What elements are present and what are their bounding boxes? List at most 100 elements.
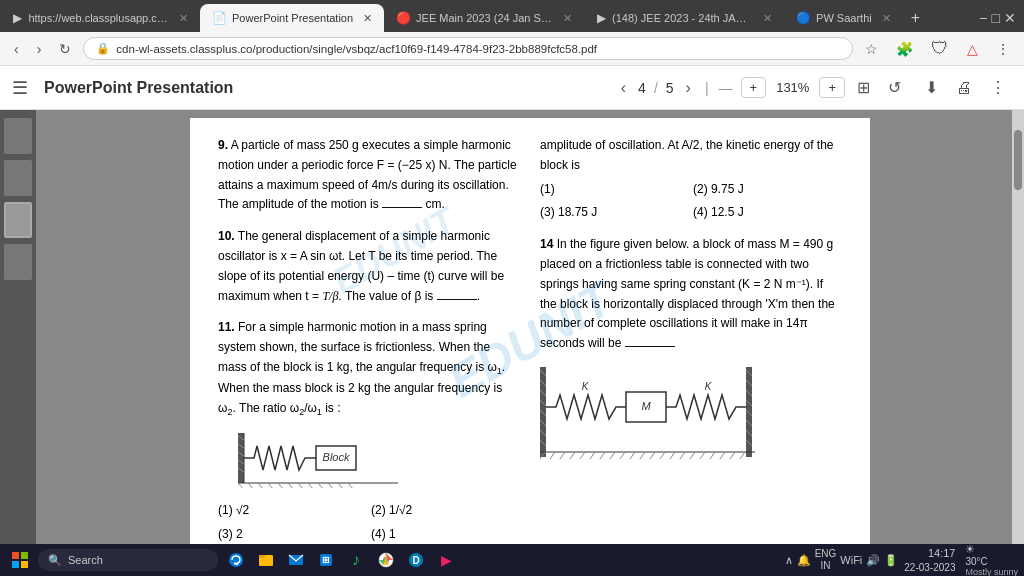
tab-icon-saarthi: 🔵 xyxy=(796,11,810,25)
svg-line-60 xyxy=(690,452,695,459)
scrollbar-track[interactable] xyxy=(1012,110,1024,544)
new-tab-button[interactable]: + xyxy=(903,4,928,32)
profile-button[interactable]: 🛡 xyxy=(925,34,955,63)
taskbar-spotify-icon[interactable]: ♪ xyxy=(342,546,370,574)
close-button[interactable]: ✕ xyxy=(1004,10,1016,26)
zoom-out-button[interactable]: + xyxy=(741,77,767,98)
pdf-page: EDUNIT EDUNIT 9. A particle of mass 250 … xyxy=(190,118,870,544)
svg-line-48 xyxy=(570,452,575,459)
tray-battery-icon[interactable]: 🔋 xyxy=(884,554,898,567)
spring-block-svg: Block xyxy=(238,428,398,488)
q10-formula: T/β xyxy=(322,289,338,303)
maximize-button[interactable]: □ xyxy=(992,10,1000,26)
tab-video[interactable]: ▶ (148) JEE 2023 - 24th JAN Shift 1 Spe.… xyxy=(584,4,784,32)
svg-line-61 xyxy=(700,452,705,459)
taskbar-dell-icon[interactable]: D xyxy=(402,546,430,574)
back-button[interactable]: ‹ xyxy=(8,37,25,61)
fit-page-button[interactable]: ⊞ xyxy=(851,74,876,101)
tab-close-video[interactable]: ✕ xyxy=(763,12,772,25)
page-prev-button[interactable]: ‹ xyxy=(615,75,632,101)
zoom-in-button[interactable]: + xyxy=(819,77,845,98)
svg-line-21 xyxy=(348,483,354,488)
amp-opt3: (3) 18.75 J xyxy=(540,203,689,223)
url-bar[interactable]: 🔒 cdn-wl-assets.classplus.co/production/… xyxy=(83,37,853,60)
download-button[interactable]: ⬇ xyxy=(919,74,944,101)
q11-opt2: (2) 1/√2 xyxy=(371,501,520,521)
tray-lang-icon: ENG IN xyxy=(815,548,837,572)
tab-icon-powerpoint: 📄 xyxy=(212,11,226,25)
q14-blank xyxy=(625,346,675,347)
q10-text: 10. The general displacement of a simple… xyxy=(218,227,520,306)
taskbar-search[interactable]: 🔍 Search xyxy=(38,549,218,571)
weather-icon: ☀ xyxy=(965,543,975,556)
tray-speaker-icon[interactable]: 🔊 xyxy=(866,554,880,567)
tray-wifi-icon[interactable]: WiFi xyxy=(840,554,862,566)
page-current: 4 xyxy=(638,80,646,96)
alert-button[interactable]: △ xyxy=(961,37,984,61)
start-button[interactable] xyxy=(6,548,34,572)
bookmark-button[interactable]: ☆ xyxy=(859,37,884,61)
amp-opt2: (2) 9.75 J xyxy=(693,180,842,200)
browser-tab-bar: ▶ https://web.classplusapp.com/newAp... … xyxy=(0,0,1024,32)
minimize-button[interactable]: − xyxy=(979,10,987,26)
weather-temp: 30°C xyxy=(965,556,987,567)
q-amplitude-cont: amplitude of oscillation. At A/2, the ki… xyxy=(540,136,842,223)
windows-logo-icon xyxy=(12,552,28,568)
taskbar-pw-icon[interactable]: ▶ xyxy=(432,546,460,574)
system-clock[interactable]: 14:17 22-03-2023 xyxy=(904,546,955,573)
scrollbar-thumb[interactable] xyxy=(1014,130,1022,190)
hamburger-icon[interactable]: ☰ xyxy=(12,77,28,99)
taskbar-edge-icon[interactable] xyxy=(222,546,250,574)
svg-line-55 xyxy=(640,452,645,459)
clock-date: 22-03-2023 xyxy=(904,561,955,574)
print-button[interactable]: 🖨 xyxy=(950,75,978,101)
tab-icon-video: ▶ xyxy=(596,11,606,25)
tab-close-jee[interactable]: ✕ xyxy=(563,12,572,25)
forward-button[interactable]: › xyxy=(31,37,48,61)
tab-saarthi[interactable]: 🔵 PW Saarthi ✕ xyxy=(784,4,903,32)
svg-rect-66 xyxy=(12,552,19,559)
svg-line-13 xyxy=(268,483,274,488)
thumbnail-1[interactable] xyxy=(4,118,32,154)
svg-line-17 xyxy=(308,483,314,488)
two-spring-diagram: K M K xyxy=(540,362,842,469)
page-next-button[interactable]: › xyxy=(680,75,697,101)
svg-line-58 xyxy=(670,452,675,459)
tray-bell-icon[interactable]: 🔔 xyxy=(797,554,811,567)
app-header: ☰ PowerPoint Presentation ‹ 4 / 5 › | — … xyxy=(0,66,1024,110)
page-controls: ‹ 4 / 5 › | — + 131% + ⊞ ↺ xyxy=(615,74,907,101)
tray-icons: ∧ 🔔 ENG IN WiFi 🔊 🔋 xyxy=(785,548,899,572)
tab-jee[interactable]: 🔴 JEE Main 2023 (24 Jan Shift 1) - Quizr… xyxy=(384,4,584,32)
tray-up-icon[interactable]: ∧ xyxy=(785,554,793,567)
more-options-button[interactable]: ⋮ xyxy=(984,74,1012,101)
tab-powerpoint[interactable]: 📄 PowerPoint Presentation ✕ xyxy=(200,4,384,32)
reload-button[interactable]: ↻ xyxy=(53,37,77,61)
taskbar-mail-icon[interactable] xyxy=(282,546,310,574)
taskbar-explorer-icon[interactable] xyxy=(252,546,280,574)
taskbar: 🔍 Search ⊞ ♪ xyxy=(0,544,1024,576)
taskbar-chrome-icon[interactable] xyxy=(372,546,400,574)
tab-close-powerpoint[interactable]: ✕ xyxy=(363,12,372,25)
taskbar-store-icon[interactable]: ⊞ xyxy=(312,546,340,574)
tab-close-saarthi[interactable]: ✕ xyxy=(882,12,891,25)
system-tray: ∧ 🔔 ENG IN WiFi 🔊 🔋 14:17 22-03-2023 ☀ 3… xyxy=(785,543,1018,576)
tab-classplus[interactable]: ▶ https://web.classplusapp.com/newAp... … xyxy=(0,4,200,32)
amplitude-options: (1) (2) 9.75 J (3) 18.75 J (4) 12.5 J xyxy=(540,180,842,224)
svg-line-64 xyxy=(730,452,735,459)
svg-line-59 xyxy=(680,452,685,459)
svg-line-63 xyxy=(720,452,725,459)
svg-line-47 xyxy=(560,452,565,459)
rotate-button[interactable]: ↺ xyxy=(882,74,907,101)
thumbnail-2[interactable] xyxy=(4,160,32,196)
header-actions: ⬇ 🖨 ⋮ xyxy=(919,74,1012,101)
extensions-button[interactable]: 🧩 xyxy=(890,37,919,61)
menu-button[interactable]: ⋮ xyxy=(990,37,1016,61)
thumbnail-3[interactable] xyxy=(4,202,32,238)
thumbnail-4[interactable] xyxy=(4,244,32,280)
spring-block-diagram: Block xyxy=(238,428,520,495)
svg-line-56 xyxy=(650,452,655,459)
url-text: cdn-wl-assets.classplus.co/production/si… xyxy=(116,43,840,55)
app-title: PowerPoint Presentation xyxy=(44,79,233,97)
pdf-viewer-container: EDUNIT EDUNIT 9. A particle of mass 250 … xyxy=(0,110,1024,544)
tab-close-classplus[interactable]: ✕ xyxy=(179,12,188,25)
